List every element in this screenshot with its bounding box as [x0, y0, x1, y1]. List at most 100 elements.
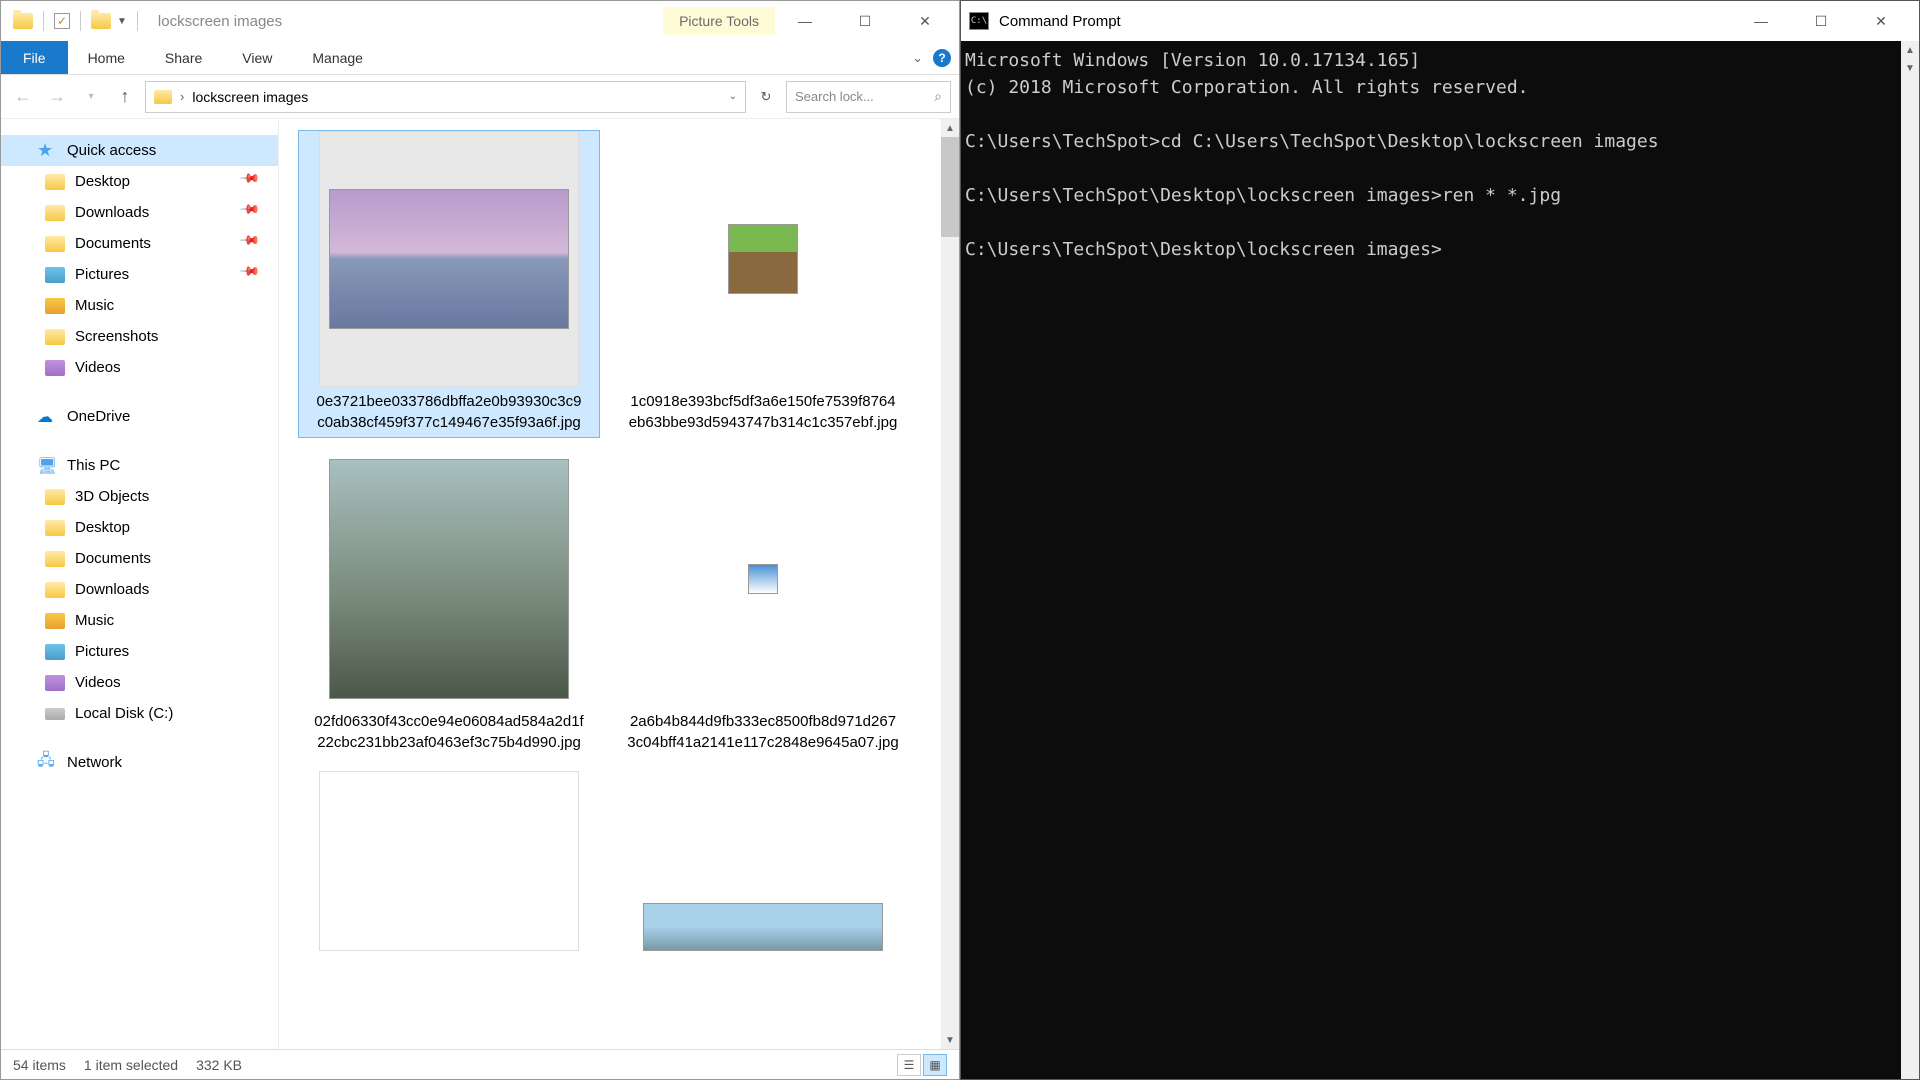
search-input[interactable]: Search lock... ⌕ — [786, 81, 951, 113]
chevron-right-icon[interactable]: › — [180, 89, 184, 104]
cmd-close-button[interactable]: ✕ — [1851, 1, 1911, 41]
scroll-up-icon[interactable]: ▲ — [1901, 41, 1919, 59]
folder-icon — [45, 267, 65, 283]
sidebar-item-pictures[interactable]: Pictures📌 — [1, 259, 278, 290]
sidebar-item-desktop[interactable]: Desktop📌 — [1, 166, 278, 197]
address-bar[interactable]: › lockscreen images ⌄ — [145, 81, 746, 113]
sidebar-item-music[interactable]: Music — [1, 290, 278, 321]
sidebar-item-onedrive[interactable]: ☁OneDrive — [1, 401, 278, 432]
ribbon-expand-icon[interactable]: ⌄ — [912, 50, 923, 66]
status-item-count: 54 items — [13, 1057, 66, 1073]
cmd-maximize-button[interactable]: ☐ — [1791, 1, 1851, 41]
sidebar-item-pictures2[interactable]: Pictures — [1, 636, 278, 667]
star-icon: ★ — [37, 143, 57, 159]
cmd-scrollbar[interactable]: ▲ ▼ — [1901, 41, 1919, 1079]
nav-recent-dropdown[interactable]: ▾ — [77, 83, 105, 111]
sidebar-item-screenshots[interactable]: Screenshots — [1, 321, 278, 352]
folder-icon — [45, 205, 65, 221]
details-view-button[interactable]: ☰ — [897, 1054, 921, 1076]
picture-tools-tab[interactable]: Picture Tools — [663, 7, 775, 35]
view-tab[interactable]: View — [222, 41, 292, 74]
sidebar-item-videos[interactable]: Videos — [1, 352, 278, 383]
sidebar-item-desktop2[interactable]: Desktop — [1, 512, 278, 543]
cmd-output[interactable]: Microsoft Windows [Version 10.0.17134.16… — [961, 41, 1901, 1079]
cmd-titlebar: C:\ Command Prompt — ☐ ✕ — [961, 1, 1919, 41]
window-title: lockscreen images — [150, 13, 663, 30]
properties-icon[interactable]: ✓ — [54, 13, 70, 29]
folder-icon — [154, 90, 172, 104]
scroll-up-icon[interactable]: ▲ — [941, 119, 959, 137]
minimize-button[interactable]: — — [775, 1, 835, 41]
search-icon[interactable]: ⌕ — [934, 88, 942, 105]
share-tab[interactable]: Share — [145, 41, 222, 74]
sidebar-item-documents[interactable]: Documents📌 — [1, 228, 278, 259]
sidebar-item-downloads[interactable]: Downloads📌 — [1, 197, 278, 228]
qat-dropdown[interactable]: ▼ — [117, 16, 127, 27]
manage-tab[interactable]: Manage — [292, 41, 383, 74]
folder-icon — [45, 644, 65, 660]
sidebar-item-documents2[interactable]: Documents — [1, 543, 278, 574]
sidebar-item-network[interactable]: 🖧Network — [1, 747, 278, 778]
sidebar-item-videos2[interactable]: Videos — [1, 667, 278, 698]
qat-folder-icon[interactable] — [91, 13, 111, 29]
ribbon: File Home Share View Manage ⌄ ? — [1, 41, 959, 75]
nav-back-button[interactable]: ← — [9, 83, 37, 111]
cmd-title: Command Prompt — [989, 13, 1121, 30]
titlebar: ✓ ▼ lockscreen images Picture Tools — ☐ … — [1, 1, 959, 41]
scrollbar[interactable]: ▲ ▼ — [941, 119, 959, 1049]
folder-icon — [45, 489, 65, 505]
folder-icon — [45, 329, 65, 345]
help-icon[interactable]: ? — [933, 49, 951, 67]
thumbnail — [633, 131, 893, 387]
sidebar-item-localdisk[interactable]: Local Disk (C:) — [1, 698, 278, 729]
thumbnail — [319, 771, 579, 951]
status-selected: 1 item selected — [84, 1057, 178, 1073]
scroll-down-icon[interactable]: ▼ — [1901, 59, 1919, 77]
drive-icon — [45, 708, 65, 720]
thumbnail — [633, 451, 893, 707]
file-name: 0e3721bee033786dbffa2e0b93930c3c9c0ab38c… — [309, 387, 589, 437]
cmd-icon: C:\ — [969, 12, 989, 30]
home-tab[interactable]: Home — [68, 41, 145, 74]
file-item[interactable] — [299, 771, 599, 951]
search-placeholder: Search lock... — [795, 89, 874, 104]
refresh-button[interactable]: ↻ — [752, 89, 780, 105]
breadcrumb-segment[interactable]: lockscreen images — [192, 89, 308, 105]
pin-icon: 📌 — [238, 167, 268, 197]
sidebar-item-music2[interactable]: Music — [1, 605, 278, 636]
sidebar-item-downloads2[interactable]: Downloads — [1, 574, 278, 605]
thumbnail — [319, 131, 579, 387]
nav-up-button[interactable]: ↑ — [111, 83, 139, 111]
scroll-down-icon[interactable]: ▼ — [941, 1031, 959, 1049]
sidebar-item-thispc[interactable]: 🖥This PC — [1, 450, 278, 481]
file-item[interactable] — [613, 771, 913, 951]
pc-icon: 🖥 — [37, 458, 57, 474]
nav-forward-button[interactable]: → — [43, 83, 71, 111]
address-dropdown-icon[interactable]: ⌄ — [729, 91, 737, 102]
folder-icon — [45, 613, 65, 629]
thumbnail-view-button[interactable]: ▦ — [923, 1054, 947, 1076]
file-item[interactable]: 0e3721bee033786dbffa2e0b93930c3c9c0ab38c… — [299, 131, 599, 437]
status-size: 332 KB — [196, 1057, 242, 1073]
network-icon: 🖧 — [37, 755, 57, 771]
close-button[interactable]: ✕ — [895, 1, 955, 41]
statusbar: 54 items 1 item selected 332 KB ☰ ▦ — [1, 1049, 959, 1079]
navigation-sidebar: ★ Quick access Desktop📌 Downloads📌 Docum… — [1, 119, 279, 1049]
folder-icon — [45, 551, 65, 567]
file-tab[interactable]: File — [1, 41, 68, 74]
thumbnail — [319, 451, 579, 707]
command-prompt-window: C:\ Command Prompt — ☐ ✕ Microsoft Windo… — [960, 0, 1920, 1080]
navbar: ← → ▾ ↑ › lockscreen images ⌄ ↻ Search l… — [1, 75, 959, 119]
sidebar-item-quick-access[interactable]: ★ Quick access — [1, 135, 278, 166]
pin-icon: 📌 — [238, 198, 268, 228]
file-item[interactable]: 2a6b4b844d9fb333ec8500fb8d971d2673c04bff… — [613, 451, 913, 757]
scroll-thumb[interactable] — [941, 137, 959, 237]
cloud-icon: ☁ — [37, 409, 57, 425]
file-item[interactable]: 1c0918e393bcf5df3a6e150fe7539f8764eb63bb… — [613, 131, 913, 437]
cmd-minimize-button[interactable]: — — [1731, 1, 1791, 41]
file-item[interactable]: 02fd06330f43cc0e94e06084ad584a2d1f22cbc2… — [299, 451, 599, 757]
sidebar-item-3dobjects[interactable]: 3D Objects — [1, 481, 278, 512]
file-grid: 0e3721bee033786dbffa2e0b93930c3c9c0ab38c… — [279, 119, 941, 1049]
folder-icon — [45, 174, 65, 190]
maximize-button[interactable]: ☐ — [835, 1, 895, 41]
